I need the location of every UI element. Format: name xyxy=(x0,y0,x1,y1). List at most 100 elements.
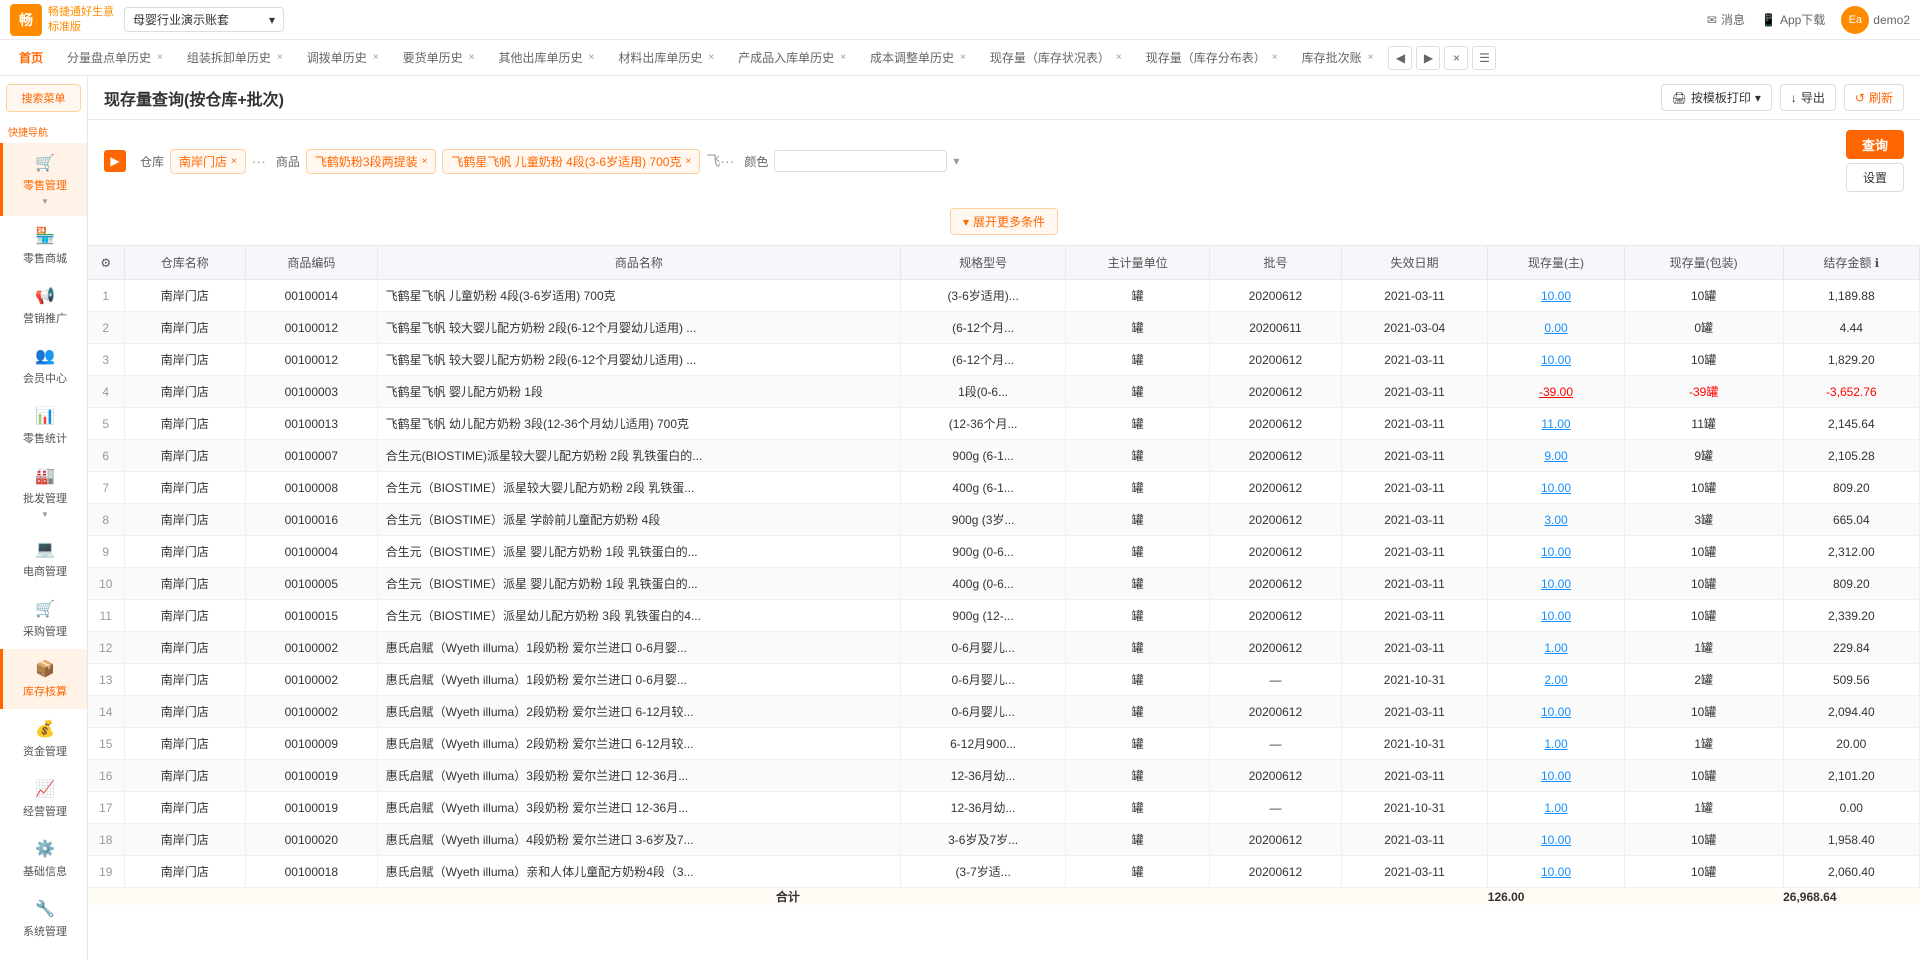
tab-close-icon[interactable]: × xyxy=(1272,53,1278,63)
sidebar-item-purchase[interactable]: 🛒 采购管理 xyxy=(0,589,87,649)
cell-qty-main[interactable]: 10.00 xyxy=(1488,536,1624,568)
cell-qty-pack: 9罐 xyxy=(1624,440,1783,472)
cell-qty-main[interactable]: 10.00 xyxy=(1488,472,1624,504)
tab-material-out[interactable]: 材料出库单历史 × xyxy=(607,44,725,72)
cell-qty-main[interactable]: 10.00 xyxy=(1488,824,1624,856)
sidebar-item-retail-stats[interactable]: 📊 零售统计 xyxy=(0,396,87,456)
cell-code: 00100002 xyxy=(246,664,378,696)
tab-close-icon[interactable]: × xyxy=(588,53,594,63)
sidebar-item-ecommerce[interactable]: 💻 电商管理 xyxy=(0,529,87,589)
sidebar-item-system[interactable]: 🔧 系统管理 xyxy=(0,889,87,949)
cell-spec: 400g (0-6... xyxy=(901,568,1066,600)
cell-qty-main[interactable]: 10.00 xyxy=(1488,568,1624,600)
tab-close-icon[interactable]: × xyxy=(277,53,283,63)
sidebar-item-basics[interactable]: ⚙️ 基础信息 xyxy=(0,829,87,889)
org-selector[interactable]: 母婴行业演示账套 ▾ xyxy=(124,7,284,32)
cell-name: 惠氏启赋（Wyeth illuma）亲和人体儿童配方奶粉4段（3... xyxy=(377,856,900,888)
cell-warehouse: 南岸门店 xyxy=(124,536,246,568)
tab-stock-status[interactable]: 现存量（库存状况表） × xyxy=(979,44,1133,72)
setting-btn[interactable]: 设置 xyxy=(1846,163,1904,192)
ecommerce-icon: 💻 xyxy=(35,539,55,559)
tab-cost-adjust[interactable]: 成本调整单历史 × xyxy=(859,44,977,72)
tab-split-check[interactable]: 分量盘点单历史 × xyxy=(56,44,174,72)
search-menu-btn[interactable]: 搜索菜单 xyxy=(6,84,81,112)
chevron-icon: ▼ xyxy=(41,510,49,519)
filter-expand-arrow[interactable]: ▶ xyxy=(104,150,126,172)
tab-close-icon[interactable]: × xyxy=(157,53,163,63)
sidebar-item-marketing[interactable]: 📢 营销推广 xyxy=(0,276,87,336)
cell-unit: 罐 xyxy=(1066,408,1210,440)
product-label: 商品 xyxy=(276,153,300,170)
tab-batch-voucher[interactable]: 库存批次账 × xyxy=(1291,44,1385,72)
tab-home[interactable]: 首页 xyxy=(8,44,54,72)
cell-qty-main[interactable]: 0.00 xyxy=(1488,312,1624,344)
top-right: ✉ 消息 📱 App下载 Ea demo2 xyxy=(1707,6,1910,34)
tab-product-in[interactable]: 产成品入库单历史 × xyxy=(727,44,857,72)
sidebar-item-enterprise[interactable]: 🤝 企业协同 xyxy=(0,949,87,960)
product-tag-2-close[interactable]: × xyxy=(685,156,691,167)
tab-mix[interactable]: 调拨单历史 × xyxy=(296,44,390,72)
quick-nav-label[interactable]: 快捷导航 xyxy=(0,120,87,143)
cell-qty-main[interactable]: 10.00 xyxy=(1488,344,1624,376)
tab-close-icon[interactable]: × xyxy=(1116,53,1122,63)
sidebar-item-retail-mall[interactable]: 🏪 零售商城 xyxy=(0,216,87,276)
cell-qty-main[interactable]: 10.00 xyxy=(1488,280,1624,312)
color-dropdown-icon[interactable]: ▾ xyxy=(953,154,959,168)
tab-close-icon[interactable]: × xyxy=(373,53,379,63)
sidebar-item-operations[interactable]: 📈 经营管理 xyxy=(0,769,87,829)
cell-qty-main[interactable]: 2.00 xyxy=(1488,664,1624,696)
col-settings[interactable]: ⚙ xyxy=(88,246,124,280)
query-btn[interactable]: 查询 xyxy=(1846,130,1904,159)
tab-close-icon[interactable]: × xyxy=(469,53,475,63)
tab-prev-btn[interactable]: ◀ xyxy=(1388,46,1412,70)
tab-bar: 首页 分量盘点单历史 × 组装拆卸单历史 × 调拨单历史 × 要货单历史 × 其… xyxy=(0,40,1920,76)
cell-qty-main[interactable]: 1.00 xyxy=(1488,632,1624,664)
sidebar-item-wholesale[interactable]: 🏭 批发管理 ▼ xyxy=(0,456,87,529)
tab-close-icon[interactable]: × xyxy=(960,53,966,63)
cell-qty-main[interactable]: 1.00 xyxy=(1488,728,1624,760)
refresh-btn[interactable]: ↺ 刷新 xyxy=(1844,84,1904,111)
cell-code: 00100020 xyxy=(246,824,378,856)
sidebar-item-member[interactable]: 👥 会员中心 xyxy=(0,336,87,396)
tab-close-icon[interactable]: × xyxy=(1368,53,1374,63)
warehouse-more-dots[interactable]: ··· xyxy=(252,153,266,169)
table-row: 8南岸门店00100016合生元（BIOSTIME）派星 学龄前儿童配方奶粉 4… xyxy=(88,504,1920,536)
sidebar-search: 搜索菜单 xyxy=(0,76,87,120)
user-area[interactable]: Ea demo2 xyxy=(1841,6,1910,34)
cell-name: 合生元（BIOSTIME）派星幼儿配方奶粉 3段 乳铁蛋白的4... xyxy=(377,600,900,632)
cell-qty-main[interactable]: 10.00 xyxy=(1488,856,1624,888)
export-btn[interactable]: ↓ 导出 xyxy=(1780,84,1836,111)
product-tag-1-close[interactable]: × xyxy=(422,156,428,167)
template-print-btn[interactable]: 🖨 按模板打印 ▾ xyxy=(1661,84,1772,111)
cell-qty-main[interactable]: 10.00 xyxy=(1488,696,1624,728)
tab-unpack[interactable]: 组装拆卸单历史 × xyxy=(176,44,294,72)
sidebar-item-finance[interactable]: 💰 资金管理 xyxy=(0,709,87,769)
cell-qty-main[interactable]: 11.00 xyxy=(1488,408,1624,440)
cell-qty-main[interactable]: 10.00 xyxy=(1488,760,1624,792)
tab-close-icon[interactable]: × xyxy=(840,53,846,63)
cell-name: 惠氏启赋（Wyeth illuma）1段奶粉 爱尔兰进口 0-6月婴... xyxy=(377,632,900,664)
sidebar-item-inventory[interactable]: 📦 库存核算 xyxy=(0,649,87,709)
tab-menu-btn[interactable]: ☰ xyxy=(1472,46,1496,70)
cell-num: 15 xyxy=(88,728,124,760)
cell-qty-main[interactable]: 3.00 xyxy=(1488,504,1624,536)
app-download-btn[interactable]: 📱 App下载 xyxy=(1761,11,1825,28)
content-area: 现存量查询(按仓库+批次) 🖨 按模板打印 ▾ ↓ 导出 ↺ 刷新 xyxy=(88,76,1920,960)
cell-spec: 0-6月婴儿... xyxy=(901,696,1066,728)
cell-qty-main[interactable]: 1.00 xyxy=(1488,792,1624,824)
tab-other-out[interactable]: 其他出库单历史 × xyxy=(487,44,605,72)
cell-qty-main[interactable]: 10.00 xyxy=(1488,600,1624,632)
cell-qty-main[interactable]: -39.00 xyxy=(1488,376,1624,408)
product-more-dots[interactable]: 飞··· xyxy=(706,151,734,171)
tab-close-icon[interactable]: × xyxy=(708,53,714,63)
color-input[interactable] xyxy=(774,150,947,172)
sidebar-item-retail-mgmt[interactable]: 🛒 零售管理 ▼ xyxy=(0,143,87,216)
tab-next-btn[interactable]: ▶ xyxy=(1416,46,1440,70)
cell-qty-main[interactable]: 9.00 xyxy=(1488,440,1624,472)
tab-close-all-btn[interactable]: × xyxy=(1444,46,1468,70)
warehouse-tag-close[interactable]: × xyxy=(231,156,237,167)
tab-stock-dist[interactable]: 现存量（库存分布表） × xyxy=(1135,44,1289,72)
message-btn[interactable]: ✉ 消息 xyxy=(1707,11,1745,28)
expand-more-btn[interactable]: ▾ 展开更多条件 xyxy=(950,208,1058,235)
tab-request[interactable]: 要货单历史 × xyxy=(392,44,486,72)
